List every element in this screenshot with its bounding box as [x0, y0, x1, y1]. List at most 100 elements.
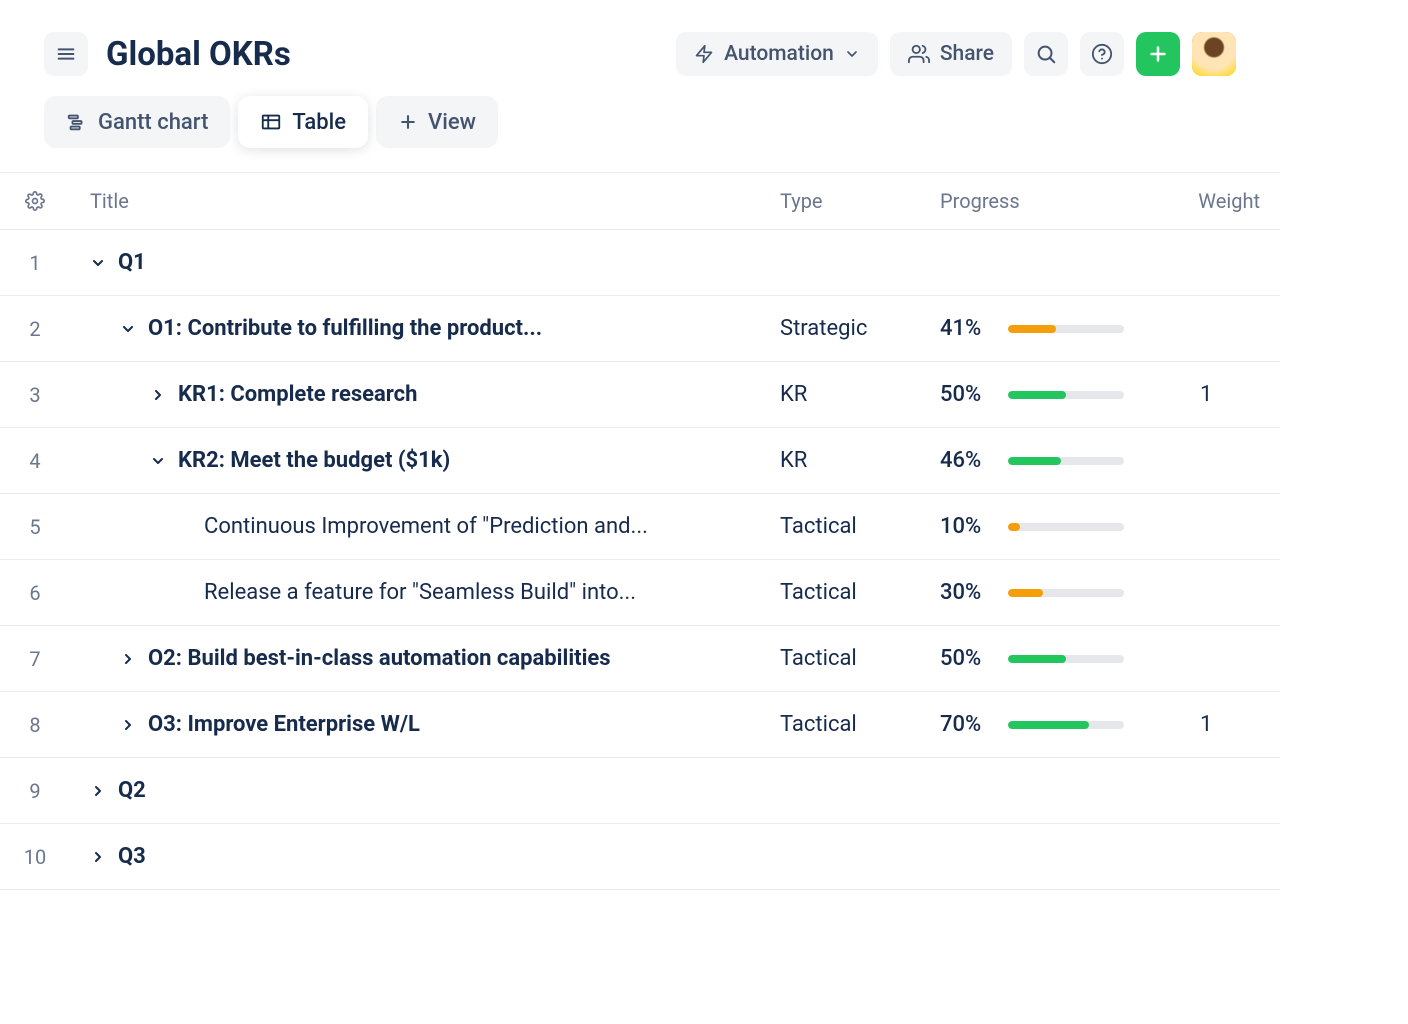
row-weight: 1: [1170, 712, 1280, 737]
row-type: Tactical: [780, 514, 940, 539]
column-type[interactable]: Type: [780, 189, 940, 213]
tab-view-label: View: [428, 110, 476, 135]
avatar[interactable]: [1192, 32, 1236, 76]
row-title-cell[interactable]: Continuous Improvement of "Prediction an…: [70, 514, 780, 539]
row-title-cell[interactable]: Q1: [70, 250, 780, 275]
expand-toggle[interactable]: [120, 717, 140, 733]
chevron-down-icon: [844, 46, 860, 62]
column-settings[interactable]: [0, 191, 70, 211]
row-title-cell[interactable]: Release a feature for "Seamless Build" i…: [70, 580, 780, 605]
table-row[interactable]: 10 Q3: [0, 824, 1280, 890]
gear-icon: [25, 191, 45, 211]
search-button[interactable]: [1024, 32, 1068, 76]
share-label: Share: [940, 42, 994, 66]
tab-table[interactable]: Table: [238, 96, 368, 148]
row-progress: 41%: [940, 316, 1170, 341]
progress-pct: 46%: [940, 448, 992, 473]
column-progress[interactable]: Progress: [940, 189, 1170, 213]
table-row[interactable]: 4 KR2: Meet the budget ($1k) KR 46%: [0, 428, 1280, 494]
menu-button[interactable]: [44, 32, 88, 76]
row-number: 10: [0, 845, 70, 869]
menu-icon: [55, 43, 77, 65]
table-row[interactable]: 7 O2: Build best-in-class automation cap…: [0, 626, 1280, 692]
row-title-text: KR2: Meet the budget ($1k): [178, 448, 450, 473]
share-button[interactable]: Share: [890, 32, 1012, 76]
row-number: 5: [0, 515, 70, 539]
progress-pct: 50%: [940, 646, 992, 671]
search-icon: [1035, 43, 1057, 65]
lightning-icon: [694, 44, 714, 64]
progress-bar: [1008, 325, 1124, 333]
row-title-text: Q1: [118, 250, 146, 275]
expand-toggle[interactable]: [120, 321, 140, 337]
row-type: KR: [780, 448, 940, 473]
row-title-cell[interactable]: O2: Build best-in-class automation capab…: [70, 646, 780, 671]
row-title-cell[interactable]: Q3: [70, 844, 780, 869]
expand-toggle: [180, 514, 196, 539]
help-button[interactable]: [1080, 32, 1124, 76]
expand-toggle[interactable]: [90, 849, 110, 865]
row-number: 7: [0, 647, 70, 671]
progress-bar: [1008, 589, 1124, 597]
row-title-text: Release a feature for "Seamless Build" i…: [204, 580, 636, 605]
table-row[interactable]: 6 Release a feature for "Seamless Build"…: [0, 560, 1280, 626]
row-type: Tactical: [780, 712, 940, 737]
row-progress: 30%: [940, 580, 1170, 605]
expand-toggle[interactable]: [90, 255, 110, 271]
people-icon: [908, 43, 930, 65]
add-button[interactable]: [1136, 32, 1180, 76]
plus-icon: [1147, 43, 1169, 65]
row-title-text: Q2: [118, 778, 146, 803]
row-title-cell[interactable]: Q2: [70, 778, 780, 803]
row-number: 9: [0, 779, 70, 803]
row-title-cell[interactable]: KR1: Complete research: [70, 382, 780, 407]
expand-toggle[interactable]: [120, 651, 140, 667]
tab-add-view[interactable]: View: [376, 96, 498, 148]
progress-bar: [1008, 523, 1124, 531]
progress-bar: [1008, 457, 1124, 465]
row-title-text: Continuous Improvement of "Prediction an…: [204, 514, 648, 539]
row-title-text: O1: Contribute to fulfilling the product…: [148, 316, 542, 341]
row-title-text: KR1: Complete research: [178, 382, 417, 407]
row-number: 3: [0, 383, 70, 407]
expand-toggle[interactable]: [150, 453, 170, 469]
row-progress: 10%: [940, 514, 1170, 539]
row-title-text: O2: Build best-in-class automation capab…: [148, 646, 611, 671]
tab-gantt-label: Gantt chart: [98, 110, 208, 135]
table-row[interactable]: 9 Q2: [0, 758, 1280, 824]
automation-label: Automation: [724, 42, 834, 66]
expand-toggle[interactable]: [90, 783, 110, 799]
row-title-text: Q3: [118, 844, 146, 869]
automation-button[interactable]: Automation: [676, 32, 878, 76]
expand-toggle[interactable]: [150, 387, 170, 403]
table-row[interactable]: 1 Q1: [0, 230, 1280, 296]
table-header-row: Title Type Progress Weight: [0, 173, 1280, 230]
column-weight[interactable]: Weight: [1170, 189, 1280, 213]
progress-pct: 30%: [940, 580, 992, 605]
header: Global OKRs Automation Share: [0, 0, 1280, 96]
progress-pct: 10%: [940, 514, 992, 539]
table-icon: [260, 111, 282, 133]
row-title-cell[interactable]: KR2: Meet the budget ($1k): [70, 448, 780, 473]
column-title[interactable]: Title: [70, 189, 780, 213]
header-left: Global OKRs: [44, 32, 291, 76]
page-title: Global OKRs: [106, 35, 291, 74]
row-title-cell[interactable]: O1: Contribute to fulfilling the product…: [70, 316, 780, 341]
row-type: KR: [780, 382, 940, 407]
progress-bar: [1008, 655, 1124, 663]
row-number: 2: [0, 317, 70, 341]
row-title-cell[interactable]: O3: Improve Enterprise W/L: [70, 712, 780, 737]
header-right: Automation Share: [676, 32, 1236, 76]
table-row[interactable]: 2 O1: Contribute to fulfilling the produ…: [0, 296, 1280, 362]
table-row[interactable]: 3 KR1: Complete research KR 50% 1: [0, 362, 1280, 428]
tab-gantt[interactable]: Gantt chart: [44, 96, 230, 148]
row-number: 4: [0, 449, 70, 473]
row-type: Tactical: [780, 580, 940, 605]
view-tabs: Gantt chart Table View: [0, 96, 1280, 173]
table-row[interactable]: 5 Continuous Improvement of "Prediction …: [0, 494, 1280, 560]
table-row[interactable]: 8 O3: Improve Enterprise W/L Tactical 70…: [0, 692, 1280, 758]
row-type: Strategic: [780, 316, 940, 341]
help-icon: [1091, 43, 1113, 65]
table-body: 1 Q1 2 O1: Contribute to fulfilling the …: [0, 230, 1280, 890]
progress-bar: [1008, 721, 1124, 729]
